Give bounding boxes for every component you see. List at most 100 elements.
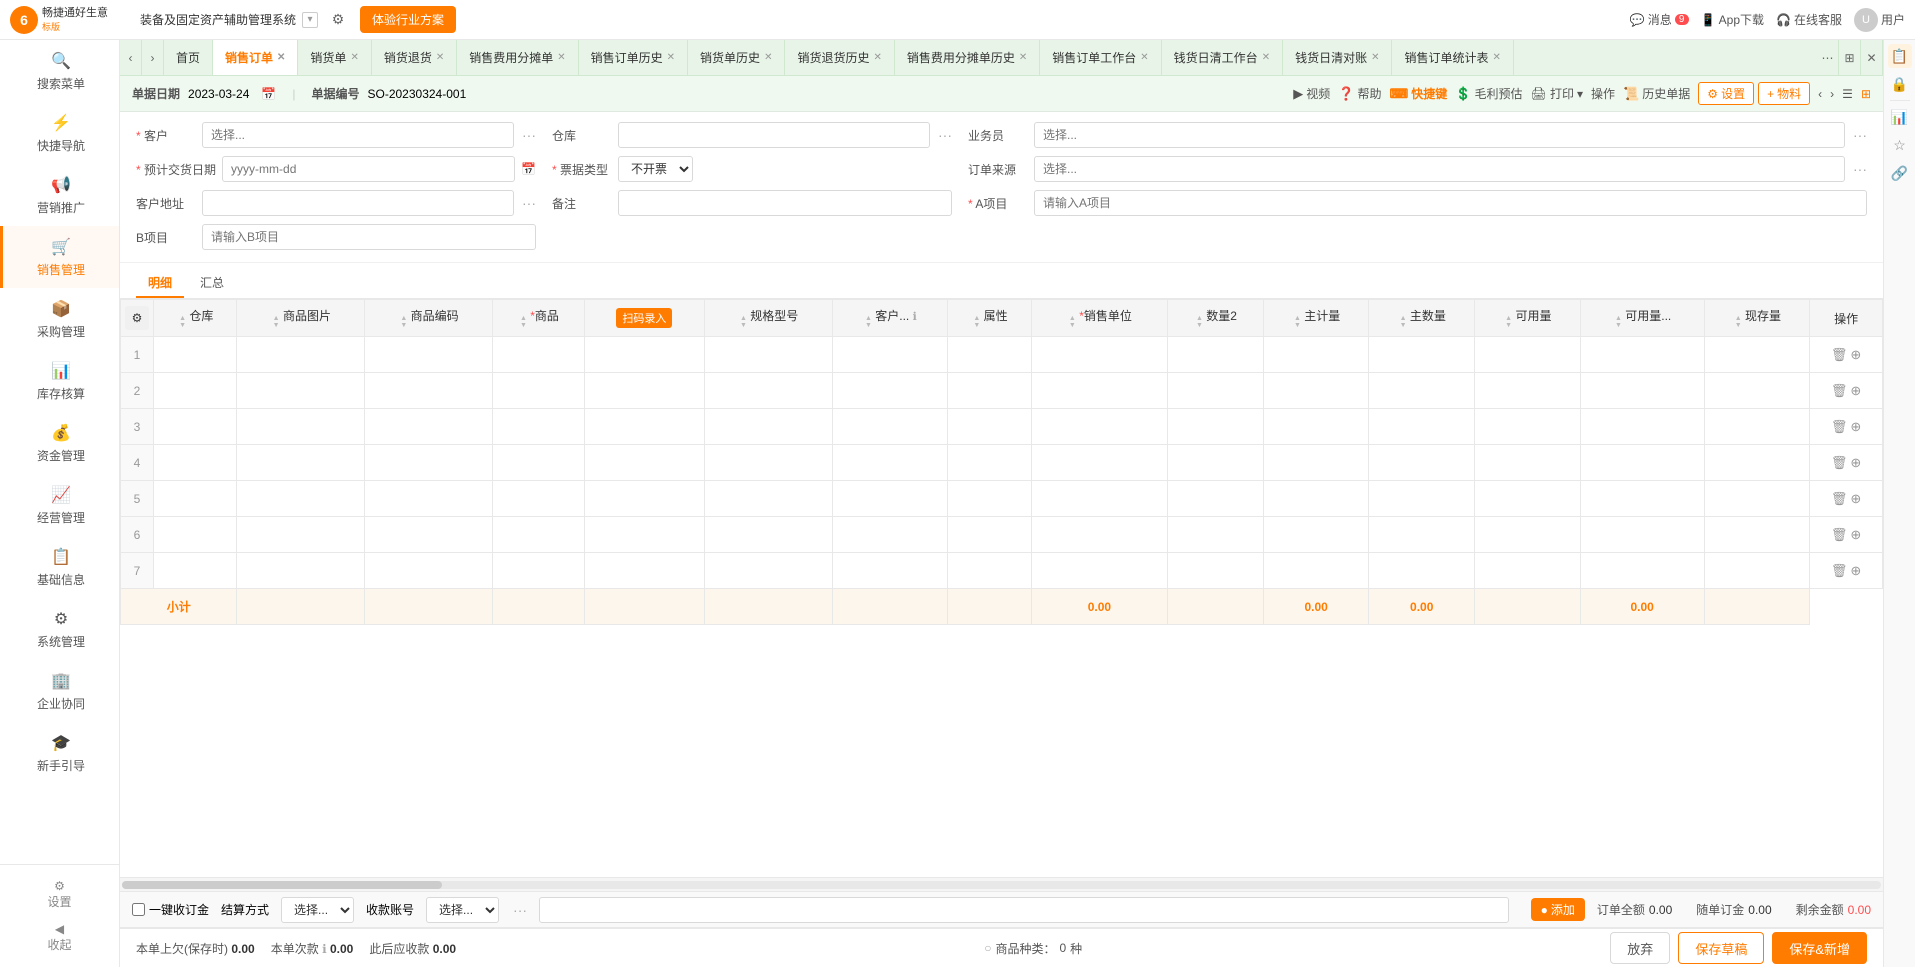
tab-sales-order-history[interactable]: 销售订单历史 ✕ — [579, 40, 688, 75]
tab-sales-expense[interactable]: 销售费用分摊单 ✕ — [457, 40, 578, 75]
tab-sales-stats-close[interactable]: ✕ — [1493, 52, 1501, 63]
scroll-thumb[interactable] — [122, 881, 442, 889]
tab-sales-stats[interactable]: 销售订单统计表 ✕ — [1392, 40, 1513, 75]
sidebar-item-enterprise[interactable]: 🏢 企业协同 — [0, 660, 119, 722]
right-panel-chart[interactable]: 📊 — [1888, 105, 1912, 129]
tab-next-btn[interactable]: › — [142, 40, 164, 75]
salesperson-more-btn[interactable]: ··· — [1853, 127, 1867, 143]
sidebar-item-sales[interactable]: 🛒 销售管理 — [0, 226, 119, 288]
tab-sales-order-workspace-close[interactable]: ✕ — [1140, 52, 1148, 63]
tab-cash-daily-workspace-close[interactable]: ✕ — [1262, 52, 1270, 63]
sidebar-item-system[interactable]: ⚙ 系统管理 — [0, 598, 119, 660]
payment-method-select[interactable]: 选择... — [281, 897, 354, 923]
right-panel-star[interactable]: ☆ — [1888, 133, 1912, 157]
main-unit-sort[interactable]: ▲▼ — [1294, 315, 1301, 329]
tab-close-all-btn[interactable]: ✕ — [1861, 40, 1883, 75]
system-dropdown[interactable]: ▾ — [302, 12, 318, 28]
save-new-btn[interactable]: 保存&新增 — [1772, 932, 1867, 964]
save-draft-btn[interactable]: 保存草稿 — [1678, 932, 1764, 964]
tab-sales-expense-close[interactable]: ✕ — [557, 52, 565, 63]
tab-cash-daily-workspace[interactable]: 钱货日清工作台 ✕ — [1162, 40, 1283, 75]
row-delete-icon[interactable]: 🗑 — [1831, 419, 1848, 435]
one-click-checkbox-input[interactable] — [132, 903, 145, 916]
add-btn[interactable]: ● 添加 — [1531, 898, 1585, 921]
help-btn[interactable]: ❓ 帮助 — [1338, 85, 1381, 102]
tab-sales-refund-history[interactable]: 销货退货历史 ✕ — [785, 40, 894, 75]
tab-cash-daily-reconcile[interactable]: 钱货日清对账 ✕ — [1283, 40, 1392, 75]
tab-sales-order-workspace[interactable]: 销售订单工作台 ✕ — [1040, 40, 1161, 75]
tab-expand-btn[interactable]: ⊞ — [1839, 40, 1861, 75]
product-img-sort[interactable]: ▲▼ — [273, 315, 280, 329]
sidebar-item-inventory[interactable]: 📊 库存核算 — [0, 350, 119, 412]
sidebar-item-marketing[interactable]: 📢 营销推广 — [0, 164, 119, 226]
b-project-input[interactable] — [202, 224, 536, 250]
sidebar-item-operation[interactable]: 📈 经营管理 — [0, 474, 119, 536]
tab-sales-return[interactable]: 销货单 ✕ — [298, 40, 371, 75]
spec-sort[interactable]: ▲▼ — [740, 315, 747, 329]
tab-sales-return-history[interactable]: 销货单历史 ✕ — [688, 40, 785, 75]
available-sort[interactable]: ▲▼ — [1505, 315, 1512, 329]
order-source-more-btn[interactable]: ··· — [1853, 161, 1867, 177]
warehouse-input[interactable]: 成品库 — [618, 122, 930, 148]
table-settings-icon[interactable]: ⚙ — [125, 306, 149, 330]
sidebar-item-quick-nav[interactable]: ⚡ 快捷导航 — [0, 102, 119, 164]
one-click-checkbox[interactable]: 一键收订金 — [132, 901, 209, 918]
customer-field-info[interactable]: ℹ — [913, 311, 917, 323]
stock-sort[interactable]: ▲▼ — [1735, 315, 1742, 329]
user-menu[interactable]: U 用户 — [1854, 8, 1905, 32]
invoice-type-select[interactable]: 不开票 — [618, 156, 693, 182]
right-panel-lock[interactable]: 🔒 — [1888, 72, 1912, 96]
a-project-input[interactable] — [1034, 190, 1867, 216]
add-material-btn[interactable]: + 物料 — [1758, 82, 1810, 105]
attribute-sort[interactable]: ▲▼ — [973, 315, 980, 329]
row-delete-icon[interactable]: 🗑 — [1831, 527, 1848, 543]
address-more-btn[interactable]: ··· — [522, 195, 536, 211]
tab-sales-order[interactable]: 销售订单 ✕ — [213, 40, 298, 75]
right-panel-link[interactable]: 🔗 — [1888, 161, 1912, 185]
discard-btn[interactable]: 放弃 — [1610, 932, 1670, 964]
account-select[interactable]: 选择... — [426, 897, 499, 923]
industry-btn[interactable]: 体验行业方案 — [360, 6, 456, 33]
remark-input[interactable] — [618, 190, 952, 216]
sidebar-item-finance[interactable]: 💰 资金管理 — [0, 412, 119, 474]
sidebar-item-basic[interactable]: 📋 基础信息 — [0, 536, 119, 598]
tab-prev-btn[interactable]: ‹ — [120, 40, 142, 75]
col-settings[interactable]: ⚙ — [121, 300, 154, 337]
calendar-icon[interactable]: 📅 — [521, 162, 536, 176]
tab-sales-refund-close[interactable]: ✕ — [436, 52, 444, 63]
salesperson-input[interactable] — [1034, 122, 1845, 148]
row-copy-icon[interactable]: ⊕ — [1850, 527, 1861, 543]
available2-sort[interactable]: ▲▼ — [1615, 315, 1622, 329]
settings-icon[interactable]: ⚙ — [326, 8, 350, 32]
row-delete-icon[interactable]: 🗑 — [1831, 383, 1848, 399]
tab-sales-expense-history-close[interactable]: ✕ — [1019, 52, 1027, 63]
print-btn[interactable]: 🖨 打印 ▾ — [1530, 85, 1583, 102]
row-delete-icon[interactable]: 🗑 — [1831, 491, 1848, 507]
customer-field-sort[interactable]: ▲▼ — [865, 315, 872, 329]
tab-sales-expense-history[interactable]: 销售费用分摊单历史 ✕ — [895, 40, 1040, 75]
customer-input[interactable] — [202, 122, 514, 148]
sidebar-settings[interactable]: ⚙ 设置 — [0, 873, 119, 916]
tab-cash-daily-reconcile-close[interactable]: ✕ — [1371, 52, 1379, 63]
sidebar-collapse[interactable]: ◀ 收起 — [0, 916, 119, 959]
app-download-btn[interactable]: 📱 App下载 — [1701, 11, 1764, 28]
tab-sales-return-history-close[interactable]: ✕ — [764, 52, 772, 63]
detail-tab-summary[interactable]: 汇总 — [188, 269, 236, 298]
view-btn[interactable]: ▶ 视频 — [1293, 85, 1330, 102]
message-btn[interactable]: 💬 消息 9 — [1630, 11, 1689, 28]
scroll-track[interactable] — [122, 881, 1881, 889]
row-copy-icon[interactable]: ⊕ — [1850, 491, 1861, 507]
sidebar-item-search[interactable]: 🔍 搜索菜单 — [0, 40, 119, 102]
tab-sales-refund[interactable]: 销货退货 ✕ — [372, 40, 457, 75]
main-qty-sort[interactable]: ▲▼ — [1400, 315, 1407, 329]
shortcut-btn[interactable]: ⌨ 快捷键 — [1389, 85, 1447, 102]
tab-sales-return-close[interactable]: ✕ — [350, 52, 358, 63]
sidebar-item-purchase[interactable]: 📦 采购管理 — [0, 288, 119, 350]
detail-tab-detail[interactable]: 明细 — [136, 269, 184, 298]
online-service-btn[interactable]: 🎧 在线客服 — [1776, 11, 1842, 28]
right-panel-clipboard[interactable]: 📋 — [1888, 44, 1912, 68]
profit-btn[interactable]: 💲 毛利预估 — [1455, 85, 1522, 102]
order-source-input[interactable] — [1034, 156, 1845, 182]
tab-more-btn[interactable]: ⋯ — [1817, 40, 1839, 75]
product-sort[interactable]: ▲▼ — [520, 315, 527, 329]
